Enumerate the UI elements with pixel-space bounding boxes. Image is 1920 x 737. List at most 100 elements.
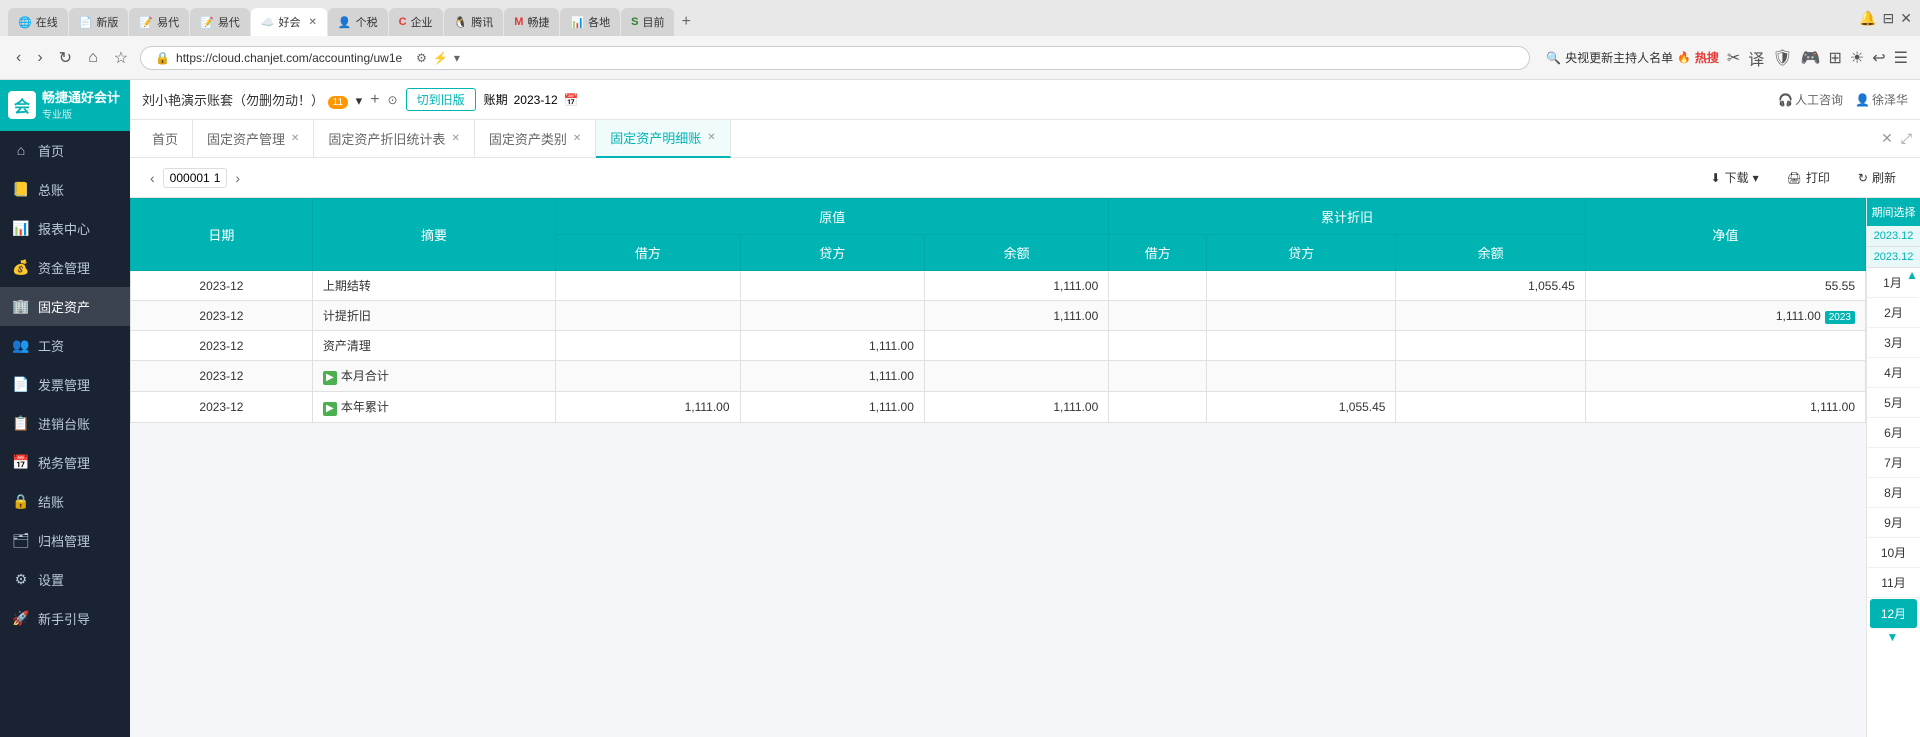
tab-fixed-asset-mgmt[interactable]: 固定资产管理 ✕ bbox=[193, 120, 314, 158]
browser-tab-list: 🌐 在线 📄 新版 📝 易代 📝 易代 ☁️ 好会 ✕ 👤 个税 C 企业 bbox=[8, 0, 697, 36]
browser-tab-geshui[interactable]: 👤 个税 bbox=[328, 8, 388, 36]
user-menu[interactable]: 👤 徐泽华 bbox=[1855, 91, 1908, 108]
download-button[interactable]: ⬇ 下载 ▾ bbox=[1703, 166, 1767, 189]
sidebar-item-inventory[interactable]: 📋 进销台账 bbox=[0, 404, 130, 443]
tab-close-depreciation-stats[interactable]: ✕ bbox=[451, 133, 459, 144]
next-page-button[interactable]: › bbox=[231, 168, 244, 188]
scroll-down-icon[interactable]: ▼ bbox=[1867, 630, 1918, 644]
collapse-icon[interactable]: ✕ bbox=[1881, 130, 1893, 147]
tab-home[interactable]: 首页 bbox=[138, 120, 193, 158]
cell-accum-debit bbox=[1109, 331, 1207, 361]
minimize-icon[interactable]: 🔔 bbox=[1859, 10, 1876, 27]
cell-summary: 计提折旧 bbox=[312, 301, 555, 331]
tab-close-asset-category[interactable]: ✕ bbox=[573, 133, 581, 144]
th-orig-credit: 贷方 bbox=[740, 235, 924, 271]
tab-asset-category[interactable]: 固定资产类别 ✕ bbox=[475, 120, 596, 158]
browser-tab-haohui[interactable]: ☁️ 好会 ✕ bbox=[251, 8, 327, 36]
sidebar-item-payroll[interactable]: 👥 工资 bbox=[0, 326, 130, 365]
sidebar-item-funds[interactable]: 💰 资金管理 bbox=[0, 248, 130, 287]
cell-accum-credit bbox=[1207, 271, 1396, 301]
period-month-9[interactable]: 9月 bbox=[1867, 508, 1920, 538]
sidebar-item-closing[interactable]: 🔒 结账 bbox=[0, 482, 130, 521]
expand-icon[interactable]: ⤢ bbox=[1901, 130, 1912, 147]
address-bar[interactable]: 🔒 https://cloud.chanjet.com/accounting/u… bbox=[140, 46, 1530, 70]
search-bar[interactable]: 🔍 央视更新主持人名单 🔥 热搜 bbox=[1546, 49, 1719, 66]
tab-close-fixed-asset-mgmt[interactable]: ✕ bbox=[291, 133, 299, 144]
browser-tab-online[interactable]: 🌐 在线 bbox=[8, 8, 68, 36]
settings-icon[interactable]: ⚙ bbox=[416, 51, 427, 65]
translate-icon[interactable]: 译 bbox=[1748, 46, 1764, 70]
sidebar-item-guide[interactable]: 🚀 新手引导 bbox=[0, 599, 130, 638]
restore-icon[interactable]: ⊟ bbox=[1883, 10, 1895, 27]
period-month-3[interactable]: 3月 bbox=[1867, 328, 1920, 358]
sidebar-item-ledger[interactable]: 📒 总账 bbox=[0, 170, 130, 209]
period-month-2[interactable]: 2月 bbox=[1867, 298, 1920, 328]
sidebar-item-archive[interactable]: 🗂 归档管理 bbox=[0, 521, 130, 560]
settings-account-icon[interactable]: ⊙ bbox=[388, 93, 398, 107]
sidebar-item-home[interactable]: ⌂ 首页 bbox=[0, 131, 130, 170]
scissors-icon[interactable]: ✂ bbox=[1727, 48, 1740, 68]
period-month-12[interactable]: 12月 bbox=[1870, 599, 1917, 629]
period-month-11[interactable]: 11月 bbox=[1867, 568, 1920, 598]
period-month-6[interactable]: 6月 bbox=[1867, 418, 1920, 448]
browser-tab-qiye[interactable]: C 企业 bbox=[389, 8, 443, 36]
th-summary: 摘要 bbox=[312, 199, 555, 271]
scroll-up-icon[interactable]: ▲ bbox=[1906, 268, 1918, 282]
sidebar-item-reports[interactable]: 📊 报表中心 bbox=[0, 209, 130, 248]
customer-service-button[interactable]: 🎧 人工咨询 bbox=[1778, 91, 1843, 108]
sidebar-item-settings[interactable]: ⚙ 设置 bbox=[0, 560, 130, 599]
sidebar-item-fixed-assets[interactable]: 🏢 固定资产 bbox=[0, 287, 130, 326]
period-month-8[interactable]: 8月 bbox=[1867, 478, 1920, 508]
period-month-7[interactable]: 7月 bbox=[1867, 448, 1920, 478]
reload-button[interactable]: ↻ bbox=[55, 44, 76, 72]
grid-icon[interactable]: ⊞ bbox=[1829, 48, 1842, 68]
switch-version-button[interactable]: 切到旧版 bbox=[406, 88, 476, 111]
browser-tab-new[interactable]: 📄 新版 bbox=[69, 8, 129, 36]
close-window-icon[interactable]: ✕ bbox=[1900, 10, 1912, 27]
forward-button[interactable]: › bbox=[33, 45, 46, 71]
period-month-10[interactable]: 10月 bbox=[1867, 538, 1920, 568]
browser-tab-tengxun[interactable]: 🐧 腾讯 bbox=[444, 8, 504, 36]
tab-asset-detail-ledger[interactable]: 固定资产明细账 ✕ bbox=[596, 120, 730, 158]
sidebar-item-tax[interactable]: 📅 税务管理 bbox=[0, 443, 130, 482]
browser-tab-yidai2[interactable]: 📝 易代 bbox=[190, 8, 250, 36]
add-tab-button[interactable]: + bbox=[675, 8, 696, 36]
shield-icon[interactable]: 🛡 bbox=[1772, 48, 1792, 68]
lightning-icon[interactable]: ⚡ bbox=[433, 51, 448, 65]
cell-orig-balance bbox=[924, 361, 1108, 392]
browser-tab-changjie[interactable]: M 畅捷 bbox=[504, 8, 559, 36]
period-year-header2: 2023.12 bbox=[1867, 247, 1920, 268]
account-selector[interactable]: 刘小艳演示账套（勿删勿动！） 11 ▾ bbox=[142, 90, 362, 109]
sidebar-label-payroll: 工资 bbox=[38, 336, 64, 355]
browser-tab-yidai1[interactable]: 📝 易代 bbox=[129, 8, 189, 36]
period-month-4[interactable]: 4月 bbox=[1867, 358, 1920, 388]
undo-icon[interactable]: ↩ bbox=[1872, 48, 1885, 68]
th-accum-balance: 余额 bbox=[1396, 235, 1585, 271]
period-month-5[interactable]: 5月 bbox=[1867, 388, 1920, 418]
cell-net-value bbox=[1585, 331, 1865, 361]
home-button[interactable]: ⌂ bbox=[84, 45, 102, 71]
tab-close-asset-detail-ledger[interactable]: ✕ bbox=[707, 132, 715, 143]
tab-depreciation-stats[interactable]: 固定资产折旧统计表 ✕ bbox=[314, 120, 474, 158]
refresh-button[interactable]: ↻ 刷新 bbox=[1850, 166, 1904, 189]
sidebar-item-invoice[interactable]: 📄 发票管理 bbox=[0, 365, 130, 404]
dropdown-icon[interactable]: ▾ bbox=[454, 51, 460, 65]
tab-depreciation-stats-label: 固定资产折旧统计表 bbox=[328, 129, 445, 148]
th-accumulated-depreciation: 累计折旧 bbox=[1109, 199, 1586, 235]
brightness-icon[interactable]: ☀ bbox=[1850, 48, 1864, 68]
prev-page-button[interactable]: ‹ bbox=[146, 168, 159, 188]
menu-icon[interactable]: ☰ bbox=[1894, 48, 1908, 68]
tab-close-icon[interactable]: ✕ bbox=[309, 17, 317, 28]
add-account-icon[interactable]: + bbox=[370, 91, 379, 109]
browser-tab-gedi[interactable]: 📊 各地 bbox=[560, 8, 620, 36]
th-net-value: 净值 bbox=[1585, 199, 1865, 271]
back-button[interactable]: ‹ bbox=[12, 45, 25, 71]
page-tabs-area: 首页 固定资产管理 ✕ 固定资产折旧统计表 ✕ 固定资产类别 ✕ 固定资产明细账… bbox=[130, 120, 1920, 198]
gamepad-icon[interactable]: 🎮 bbox=[1801, 48, 1821, 68]
cell-net-value bbox=[1585, 361, 1865, 392]
print-button[interactable]: 🖨 打印 bbox=[1779, 166, 1838, 189]
account-dropdown-icon[interactable]: ▾ bbox=[356, 93, 363, 108]
calendar-icon[interactable]: 📅 bbox=[564, 93, 579, 107]
browser-tab-muqian[interactable]: S 目前 bbox=[621, 8, 674, 36]
bookmark-button[interactable]: ☆ bbox=[110, 44, 132, 72]
